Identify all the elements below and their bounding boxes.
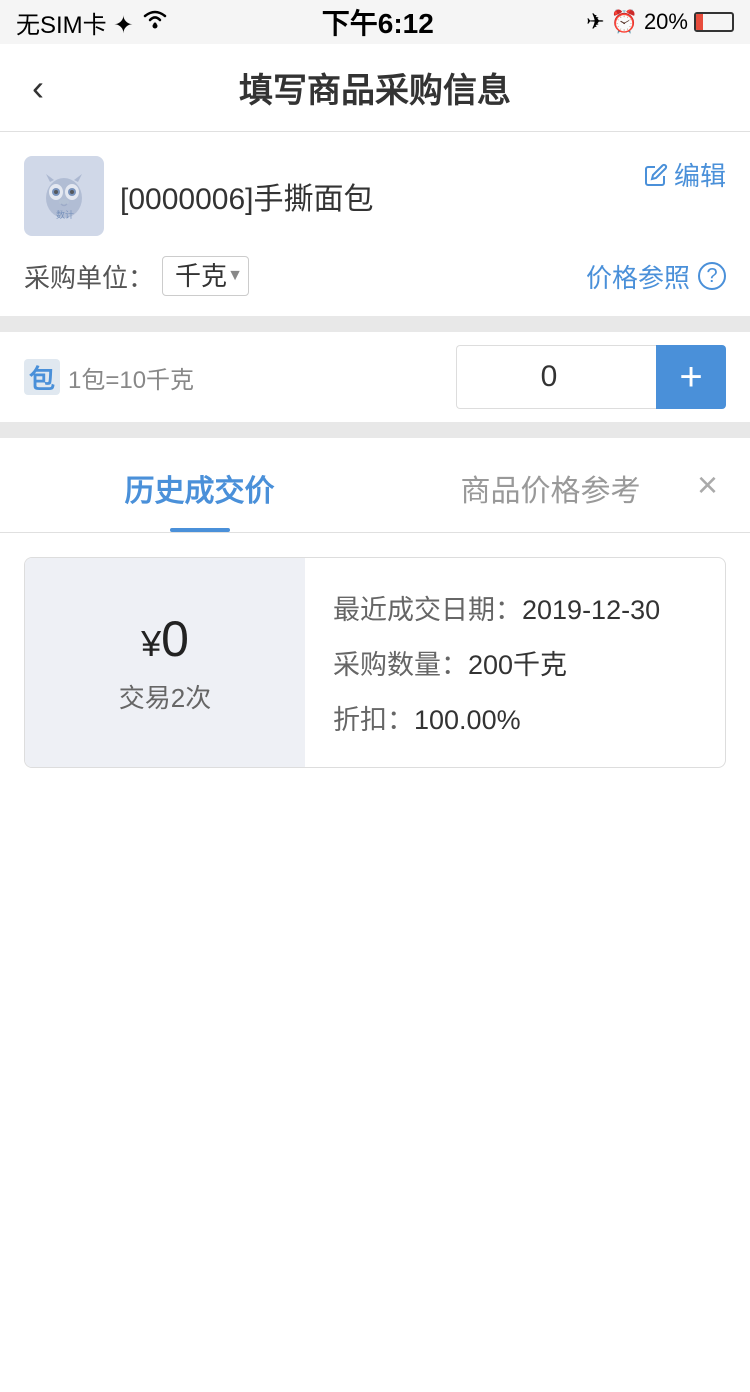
quantity-controls: + <box>456 345 726 409</box>
edit-label: 编辑 <box>674 156 726 193</box>
tab-close-button[interactable]: × <box>689 456 726 514</box>
status-right: ✈ ⏰ 20% <box>586 9 734 35</box>
carrier-text: 无SIM卡 ✦ <box>16 5 133 40</box>
discount-line: 折扣：100.00% <box>333 698 697 737</box>
back-button[interactable]: ‹ <box>24 59 52 117</box>
history-card: ¥0 交易2次 最近成交日期：2019-12-30 采购数量：200千克 折扣：… <box>24 557 726 768</box>
status-bar: 无SIM卡 ✦ 下午6:12 ✈ ⏰ 20% <box>0 0 750 44</box>
tab-header: 历史成交价 商品价格参考 × <box>0 438 750 533</box>
unit-label: 采购单位： 千克 克 包 <box>24 256 249 296</box>
battery-icon <box>694 12 734 32</box>
qty-value: 200千克 <box>468 650 567 680</box>
svg-text:数计: 数计 <box>56 209 74 220</box>
product-title: 手撕面包 <box>253 183 373 216</box>
trade-count: 交易2次 <box>119 678 211 715</box>
product-left: 数计 [0000006]手撕面包 <box>24 156 373 236</box>
unit-prefix: 采购单位： <box>24 258 154 295</box>
product-header: 数计 [0000006]手撕面包 编辑 <box>24 156 726 236</box>
price-value: 0 <box>161 611 189 667</box>
product-id: [0000006] <box>120 183 253 216</box>
last-date-value: 2019-12-30 <box>522 595 660 625</box>
last-date-label: 最近成交日期： <box>333 595 522 625</box>
history-price-display: ¥0 <box>141 610 189 668</box>
section-divider-2 <box>0 422 750 438</box>
edit-button[interactable]: 编辑 <box>644 156 726 193</box>
help-icon[interactable]: ? <box>698 262 726 290</box>
quantity-plus-button[interactable]: + <box>656 345 726 409</box>
history-price-section: ¥0 交易2次 <box>25 558 305 767</box>
history-content: ¥0 交易2次 最近成交日期：2019-12-30 采购数量：200千克 折扣：… <box>0 533 750 792</box>
bottom-area <box>0 792 750 1392</box>
tab-panel: 历史成交价 商品价格参考 × ¥0 交易2次 最近成交日期：2019-12-30… <box>0 438 750 792</box>
product-footer: 采购单位： 千克 克 包 价格参照 ? <box>24 256 726 296</box>
product-card: 数计 [0000006]手撕面包 编辑 采购单位： 千克 克 包 <box>0 132 750 316</box>
qty-line: 采购数量：200千克 <box>333 643 697 682</box>
page-title: 填写商品采购信息 <box>239 63 511 112</box>
unit-select[interactable]: 千克 克 包 <box>162 256 249 296</box>
price-ref-label: 价格参照 <box>586 258 690 295</box>
history-details-section: 最近成交日期：2019-12-30 采购数量：200千克 折扣：100.00% <box>305 558 725 767</box>
price-symbol: ¥ <box>141 623 161 664</box>
quantity-unit: 包 1包=10千克 <box>24 359 194 395</box>
status-time: 下午6:12 <box>322 2 434 42</box>
wifi-icon <box>141 8 169 37</box>
quantity-row: 包 1包=10千克 + <box>0 332 750 422</box>
unit-select-wrapper[interactable]: 千克 克 包 <box>162 256 249 296</box>
tab-history-price[interactable]: 历史成交价 <box>24 438 375 532</box>
nav-bar: ‹ 填写商品采购信息 <box>0 44 750 132</box>
tab-price-reference[interactable]: 商品价格参考 <box>375 438 726 532</box>
alarm-icon: ⏰ <box>611 9 638 35</box>
section-divider <box>0 316 750 332</box>
battery-percent: 20% <box>644 9 688 35</box>
location-icon: ✈ <box>586 9 604 35</box>
price-ref-button[interactable]: 价格参照 ? <box>586 258 726 295</box>
discount-value: 100.00% <box>414 705 521 735</box>
last-date-line: 最近成交日期：2019-12-30 <box>333 588 697 627</box>
discount-label: 折扣： <box>333 705 414 735</box>
qty-label: 采购数量： <box>333 650 468 680</box>
product-name: [0000006]手撕面包 <box>120 174 373 218</box>
product-image: 数计 <box>24 156 104 236</box>
unit-abbr-box: 包 <box>24 359 60 395</box>
quantity-input[interactable] <box>456 345 656 409</box>
status-left: 无SIM卡 ✦ <box>16 5 169 40</box>
unit-conversion-label: 1包=10千克 <box>68 360 194 395</box>
